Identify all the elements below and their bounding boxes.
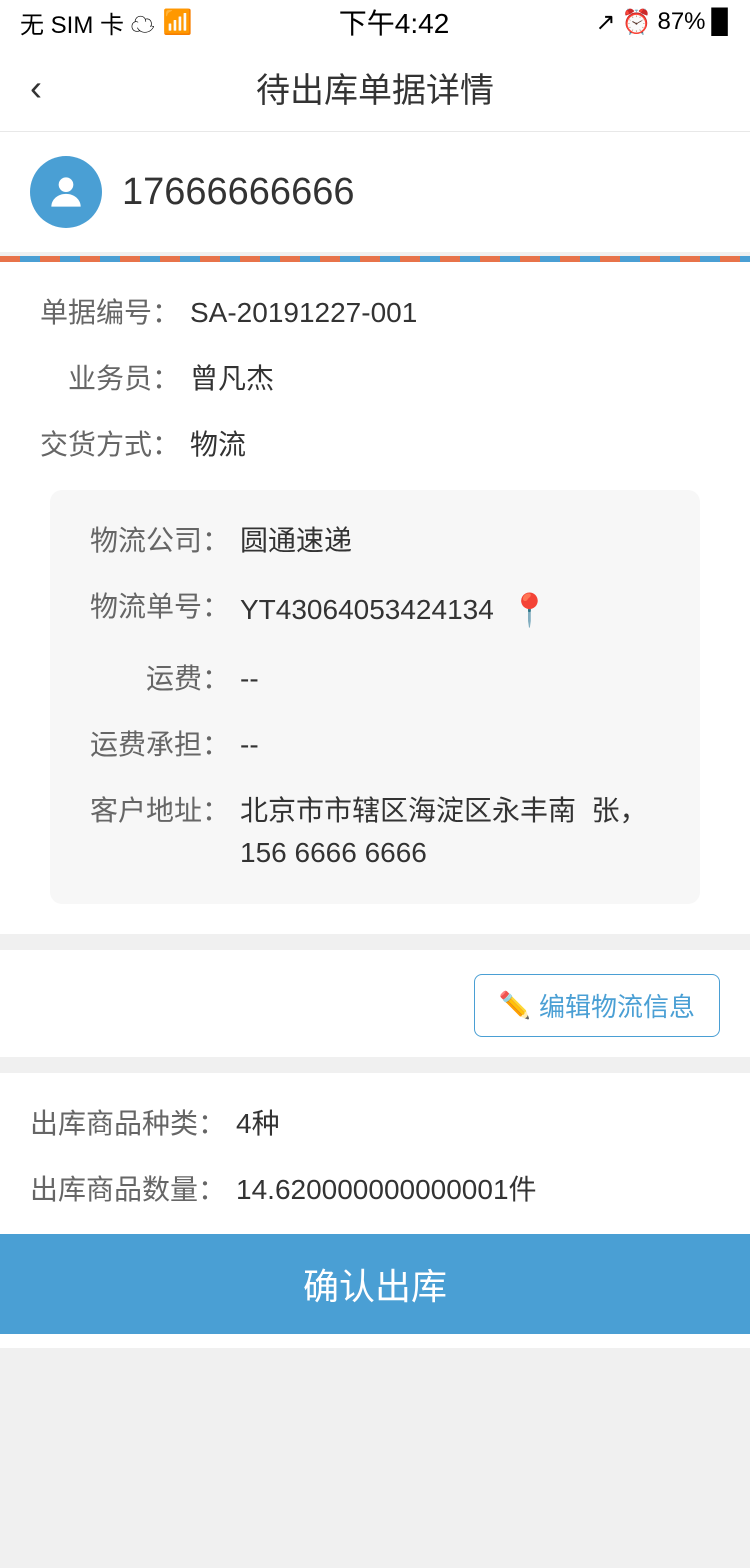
goods-types-label: 出库商品种类：: [30, 1103, 236, 1145]
edit-logistics-button[interactable]: ✏️ 编辑物流信息: [474, 974, 720, 1037]
freight-label: 运费：: [80, 658, 240, 700]
battery-icon: ▉: [712, 8, 730, 37]
confirm-button-label: 确认出库: [303, 1258, 447, 1310]
freight-value: --: [240, 658, 670, 700]
alarm-icon: ⏰: [622, 8, 652, 37]
track-location-icon[interactable]: 📍: [510, 586, 550, 634]
goods-quantity-row: 出库商品数量： 14.620000000000001件: [30, 1169, 720, 1211]
goods-types-row: 出库商品种类： 4种: [30, 1103, 720, 1145]
goods-section: 出库商品种类： 4种 出库商品数量： 14.620000000000001件: [0, 1073, 750, 1241]
customer-card: 17666666666: [0, 132, 750, 252]
section-separator-1: [0, 1057, 750, 1073]
logistics-company-label: 物流公司：: [80, 520, 240, 562]
sales-person-value: 曾凡杰: [190, 358, 720, 400]
back-button[interactable]: ‹: [30, 67, 42, 109]
status-right: ↗ ⏰ 87% ▉: [595, 8, 730, 37]
delivery-method-row: 交货方式： 物流: [30, 424, 720, 466]
freight-bearer-label: 运费承担：: [80, 724, 240, 766]
tracking-number-label: 物流单号：: [80, 586, 240, 628]
order-number-value: SA-20191227-001: [190, 292, 720, 334]
section-separator-2: [0, 1348, 750, 1568]
freight-row: 运费： --: [80, 658, 670, 700]
confirm-button-container[interactable]: 确认出库: [0, 1234, 750, 1334]
person-icon: [44, 170, 88, 214]
sim-label: 无 SIM 卡 ☁: [20, 5, 155, 40]
logistics-company-value: 圆通速递: [240, 520, 670, 562]
wifi-icon: 📶: [163, 8, 193, 37]
edit-icon: ✏️: [499, 990, 531, 1021]
logistics-company-row: 物流公司： 圆通速递: [80, 520, 670, 562]
status-bar: 无 SIM 卡 ☁ 📶 下午4:42 ↗ ⏰ 87% ▉: [0, 0, 750, 44]
tracking-number-row: 物流单号： YT43064053424134 📍: [80, 586, 670, 634]
address-label: 客户地址：: [80, 790, 240, 832]
goods-quantity-value: 14.620000000000001件: [236, 1169, 720, 1211]
address-row: 客户地址： 北京市市辖区海淀区永丰南 张，156 6666 6666: [80, 790, 670, 874]
status-left: 无 SIM 卡 ☁ 📶: [20, 5, 193, 40]
goods-quantity-label: 出库商品数量：: [30, 1169, 236, 1211]
edit-logistics-label: 编辑物流信息: [539, 987, 695, 1024]
delivery-method-label: 交货方式：: [30, 424, 190, 466]
avatar: [30, 156, 102, 228]
delivery-method-value: 物流: [190, 424, 720, 466]
freight-bearer-value: --: [240, 724, 670, 766]
sales-person-row: 业务员： 曾凡杰: [30, 358, 720, 400]
freight-bearer-row: 运费承担： --: [80, 724, 670, 766]
customer-phone: 17666666666: [122, 171, 354, 214]
logistics-card: 物流公司： 圆通速递 物流单号： YT43064053424134 📍 运费： …: [50, 490, 700, 904]
goods-types-value: 4种: [236, 1103, 720, 1145]
order-info-section: 单据编号： SA-20191227-001 业务员： 曾凡杰 交货方式： 物流 …: [0, 262, 750, 934]
battery-label: 87%: [657, 8, 705, 36]
location-status-icon: ↗: [595, 8, 615, 37]
tracking-number-value: YT43064053424134 📍: [240, 586, 670, 634]
address-value: 北京市市辖区海淀区永丰南 张，156 6666 6666: [240, 790, 670, 874]
status-time: 下午4:42: [339, 2, 450, 42]
nav-bar: ‹ 待出库单据详情: [0, 44, 750, 132]
order-number-row: 单据编号： SA-20191227-001: [30, 292, 720, 334]
sales-person-label: 业务员：: [30, 358, 190, 400]
page-title: 待出库单据详情: [256, 63, 494, 112]
edit-logistics-container: ✏️ 编辑物流信息: [0, 950, 750, 1057]
order-number-label: 单据编号：: [30, 292, 190, 334]
